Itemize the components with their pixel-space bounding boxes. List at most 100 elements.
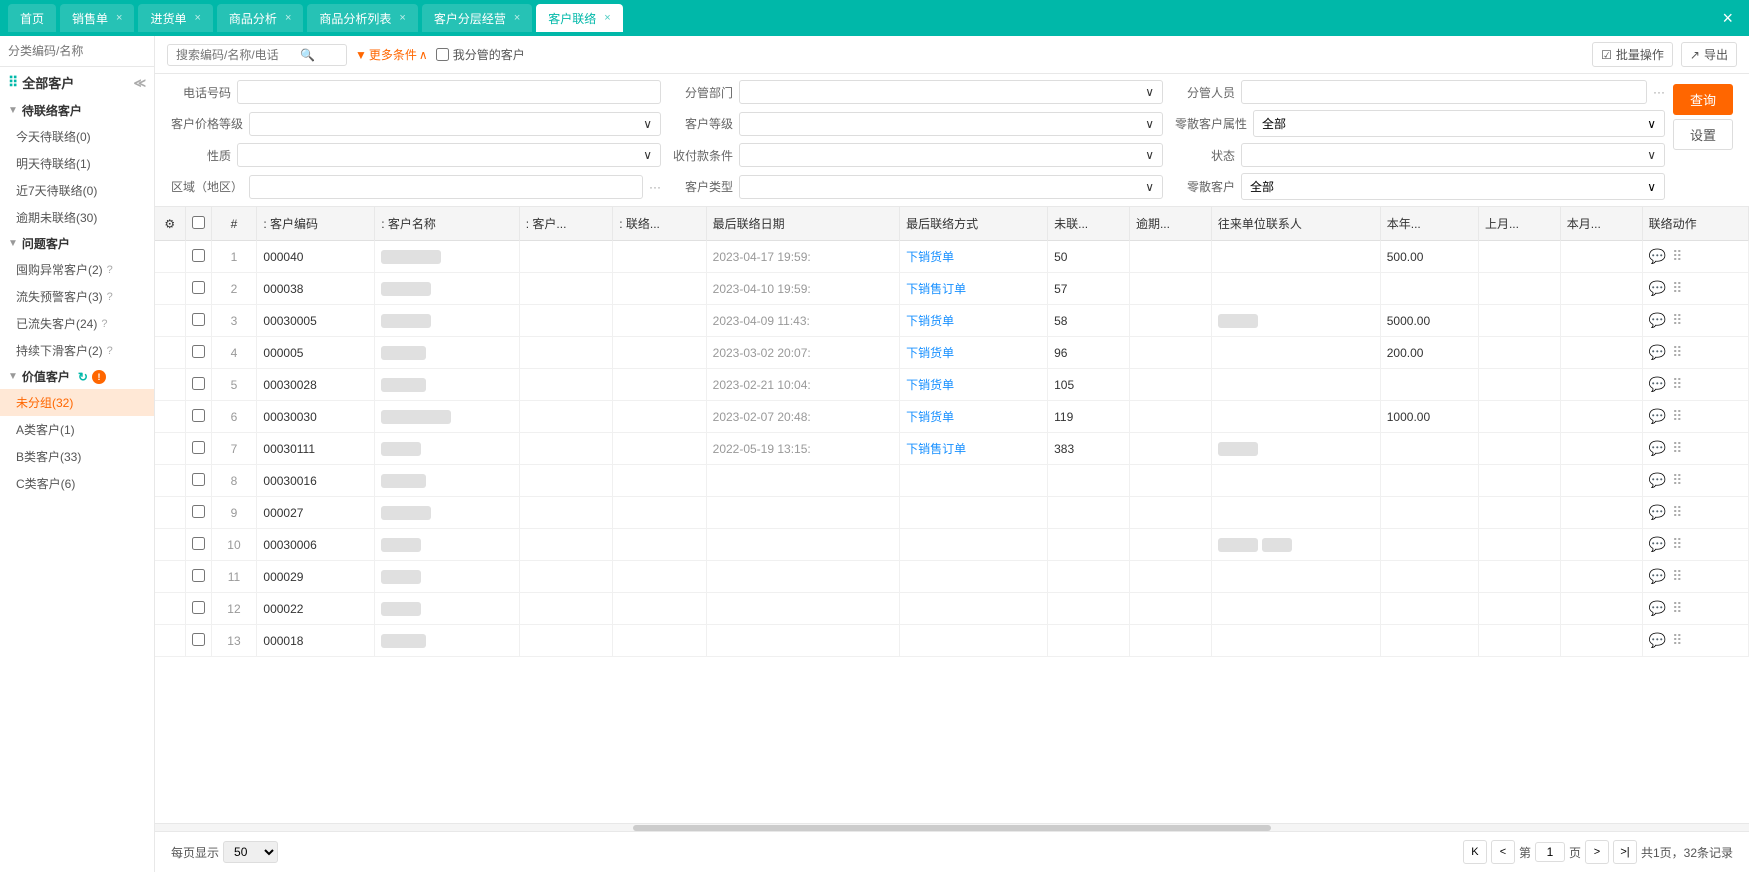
th-gear[interactable]: ⚙ xyxy=(155,207,185,241)
scrollbar-thumb[interactable] xyxy=(633,825,1271,831)
chat-icon[interactable]: 💬 xyxy=(1649,280,1666,297)
first-page-btn[interactable]: K xyxy=(1463,840,1487,864)
chat-icon[interactable]: 💬 xyxy=(1649,600,1666,617)
sidebar-all-customers[interactable]: ⠿ 全部客户 ≪ xyxy=(0,67,154,98)
next-page-btn[interactable]: > xyxy=(1585,840,1609,864)
search-icon[interactable]: 🔍 xyxy=(300,48,315,62)
refresh-icon[interactable]: ↻ xyxy=(78,370,88,384)
payment-select[interactable]: ∨ xyxy=(739,143,1163,167)
grid-icon[interactable]: ⠿ xyxy=(1672,600,1682,617)
last-method-link[interactable]: 下销货单 xyxy=(906,410,954,424)
tab-sales[interactable]: 销售单 × xyxy=(60,4,134,32)
sidebar-item-ungroups[interactable]: 未分组(32) xyxy=(0,389,154,416)
row-checkbox[interactable] xyxy=(192,345,205,358)
region-input[interactable] xyxy=(249,175,643,199)
my-customers-checkbox[interactable]: 我分管的客户 xyxy=(436,46,525,63)
sidebar-group-pending[interactable]: ▼ 待联络客户 xyxy=(0,98,154,123)
chat-icon[interactable]: 💬 xyxy=(1649,344,1666,361)
sidebar-item-hoarding[interactable]: 囤购异常客户(2) ? xyxy=(0,256,154,283)
last-method-link[interactable]: 下销售订单 xyxy=(906,282,966,296)
sidebar-item-class-a[interactable]: A类客户(1) xyxy=(0,416,154,443)
chat-icon[interactable]: 💬 xyxy=(1649,536,1666,553)
row-checkbox[interactable] xyxy=(192,569,205,582)
export-btn[interactable]: ↗ 导出 xyxy=(1681,42,1737,67)
chat-icon[interactable]: 💬 xyxy=(1649,312,1666,329)
row-checkbox[interactable] xyxy=(192,377,205,390)
grid-icon[interactable]: ⠿ xyxy=(1672,568,1682,585)
reset-button[interactable]: 设置 xyxy=(1673,119,1733,150)
sidebar-collapse-icon[interactable]: ≪ xyxy=(133,76,146,90)
grid-icon[interactable]: ⠿ xyxy=(1672,632,1682,649)
select-all-checkbox[interactable] xyxy=(192,216,205,229)
last-method-link[interactable]: 下销货单 xyxy=(906,250,954,264)
grid-icon[interactable]: ⠿ xyxy=(1672,504,1682,521)
row-checkbox[interactable] xyxy=(192,505,205,518)
close-tab-customer-stratify[interactable]: × xyxy=(514,12,520,24)
last-page-btn[interactable]: >| xyxy=(1613,840,1637,864)
row-checkbox[interactable] xyxy=(192,249,205,262)
row-checkbox[interactable] xyxy=(192,601,205,614)
grid-icon[interactable]: ⠿ xyxy=(1672,312,1682,329)
query-button[interactable]: 查询 xyxy=(1673,84,1733,115)
horizontal-scrollbar[interactable] xyxy=(155,823,1749,831)
my-customers-check[interactable] xyxy=(436,48,449,61)
dept-select[interactable]: ∨ xyxy=(739,80,1163,104)
tab-customer-contact[interactable]: 客户联络 × xyxy=(536,4,622,32)
grid-icon[interactable]: ⠿ xyxy=(1672,344,1682,361)
close-tab-customer-contact[interactable]: × xyxy=(604,12,610,24)
tab-home[interactable]: 首页 xyxy=(8,4,56,32)
tab-product-analysis[interactable]: 商品分析 × xyxy=(217,4,303,32)
last-method-link[interactable]: 下销货单 xyxy=(906,346,954,360)
per-page-select[interactable]: 50 100 200 xyxy=(223,841,278,863)
price-level-select[interactable]: ∨ xyxy=(249,112,661,136)
more-filters-btn[interactable]: ▼ 更多条件 ∧ xyxy=(355,46,428,63)
chat-icon[interactable]: 💬 xyxy=(1649,376,1666,393)
sidebar-item-today[interactable]: 今天待联络(0) xyxy=(0,123,154,150)
row-checkbox[interactable] xyxy=(192,537,205,550)
sidebar-item-7days[interactable]: 近7天待联络(0) xyxy=(0,177,154,204)
sidebar-group-value[interactable]: ▼ 价值客户 ↻ ! xyxy=(0,364,154,389)
grid-icon[interactable]: ⠿ xyxy=(1672,280,1682,297)
last-method-link[interactable]: 下销货单 xyxy=(906,378,954,392)
sidebar-item-class-b[interactable]: B类客户(33) xyxy=(0,443,154,470)
tab-product-analysis-list[interactable]: 商品分析列表 × xyxy=(307,4,417,32)
phone-input[interactable] xyxy=(237,80,661,104)
grid-icon[interactable]: ⠿ xyxy=(1672,376,1682,393)
row-checkbox[interactable] xyxy=(192,441,205,454)
sidebar-group-problem[interactable]: ▼ 问题客户 xyxy=(0,231,154,256)
status-select[interactable]: ∨ xyxy=(1241,143,1665,167)
manager-input[interactable] xyxy=(1241,80,1647,104)
chat-icon[interactable]: 💬 xyxy=(1649,504,1666,521)
search-input[interactable] xyxy=(176,48,296,62)
row-checkbox[interactable] xyxy=(192,633,205,646)
nature-select[interactable]: ∨ xyxy=(237,143,661,167)
chat-icon[interactable]: 💬 xyxy=(1649,248,1666,265)
chat-icon[interactable]: 💬 xyxy=(1649,472,1666,489)
retail-select[interactable]: 全部 ∨ xyxy=(1241,173,1665,200)
sidebar-item-class-c[interactable]: C类客户(6) xyxy=(0,470,154,497)
sidebar-item-overdue[interactable]: 逾期未联络(30) xyxy=(0,204,154,231)
chat-icon[interactable]: 💬 xyxy=(1649,568,1666,585)
customer-type-select[interactable]: ∨ xyxy=(739,175,1163,199)
sidebar-item-tomorrow[interactable]: 明天待联络(1) xyxy=(0,150,154,177)
row-checkbox[interactable] xyxy=(192,313,205,326)
grid-icon[interactable]: ⠿ xyxy=(1672,440,1682,457)
row-checkbox[interactable] xyxy=(192,409,205,422)
sidebar-item-declining[interactable]: 持续下滑客户(2) ? xyxy=(0,337,154,364)
region-dots-btn[interactable]: ··· xyxy=(649,180,661,194)
grid-icon[interactable]: ⠿ xyxy=(1672,536,1682,553)
close-tab-product-list[interactable]: × xyxy=(399,12,405,24)
page-number-input[interactable] xyxy=(1535,842,1565,862)
scatter-attr-select[interactable]: 全部 ∨ xyxy=(1253,110,1665,137)
sidebar-item-churn-warning[interactable]: 流失预警客户(3) ? xyxy=(0,283,154,310)
chat-icon[interactable]: 💬 xyxy=(1649,440,1666,457)
grid-icon[interactable]: ⠿ xyxy=(1672,408,1682,425)
chat-icon[interactable]: 💬 xyxy=(1649,632,1666,649)
sidebar-search-input[interactable] xyxy=(8,44,155,58)
tab-customer-stratify[interactable]: 客户分层经营 × xyxy=(422,4,532,32)
chat-icon[interactable]: 💬 xyxy=(1649,408,1666,425)
close-tab-product-analysis[interactable]: × xyxy=(285,12,291,24)
prev-page-btn[interactable]: < xyxy=(1491,840,1515,864)
customer-level-select[interactable]: ∨ xyxy=(739,112,1163,136)
close-all-tabs[interactable]: × xyxy=(1714,8,1741,29)
